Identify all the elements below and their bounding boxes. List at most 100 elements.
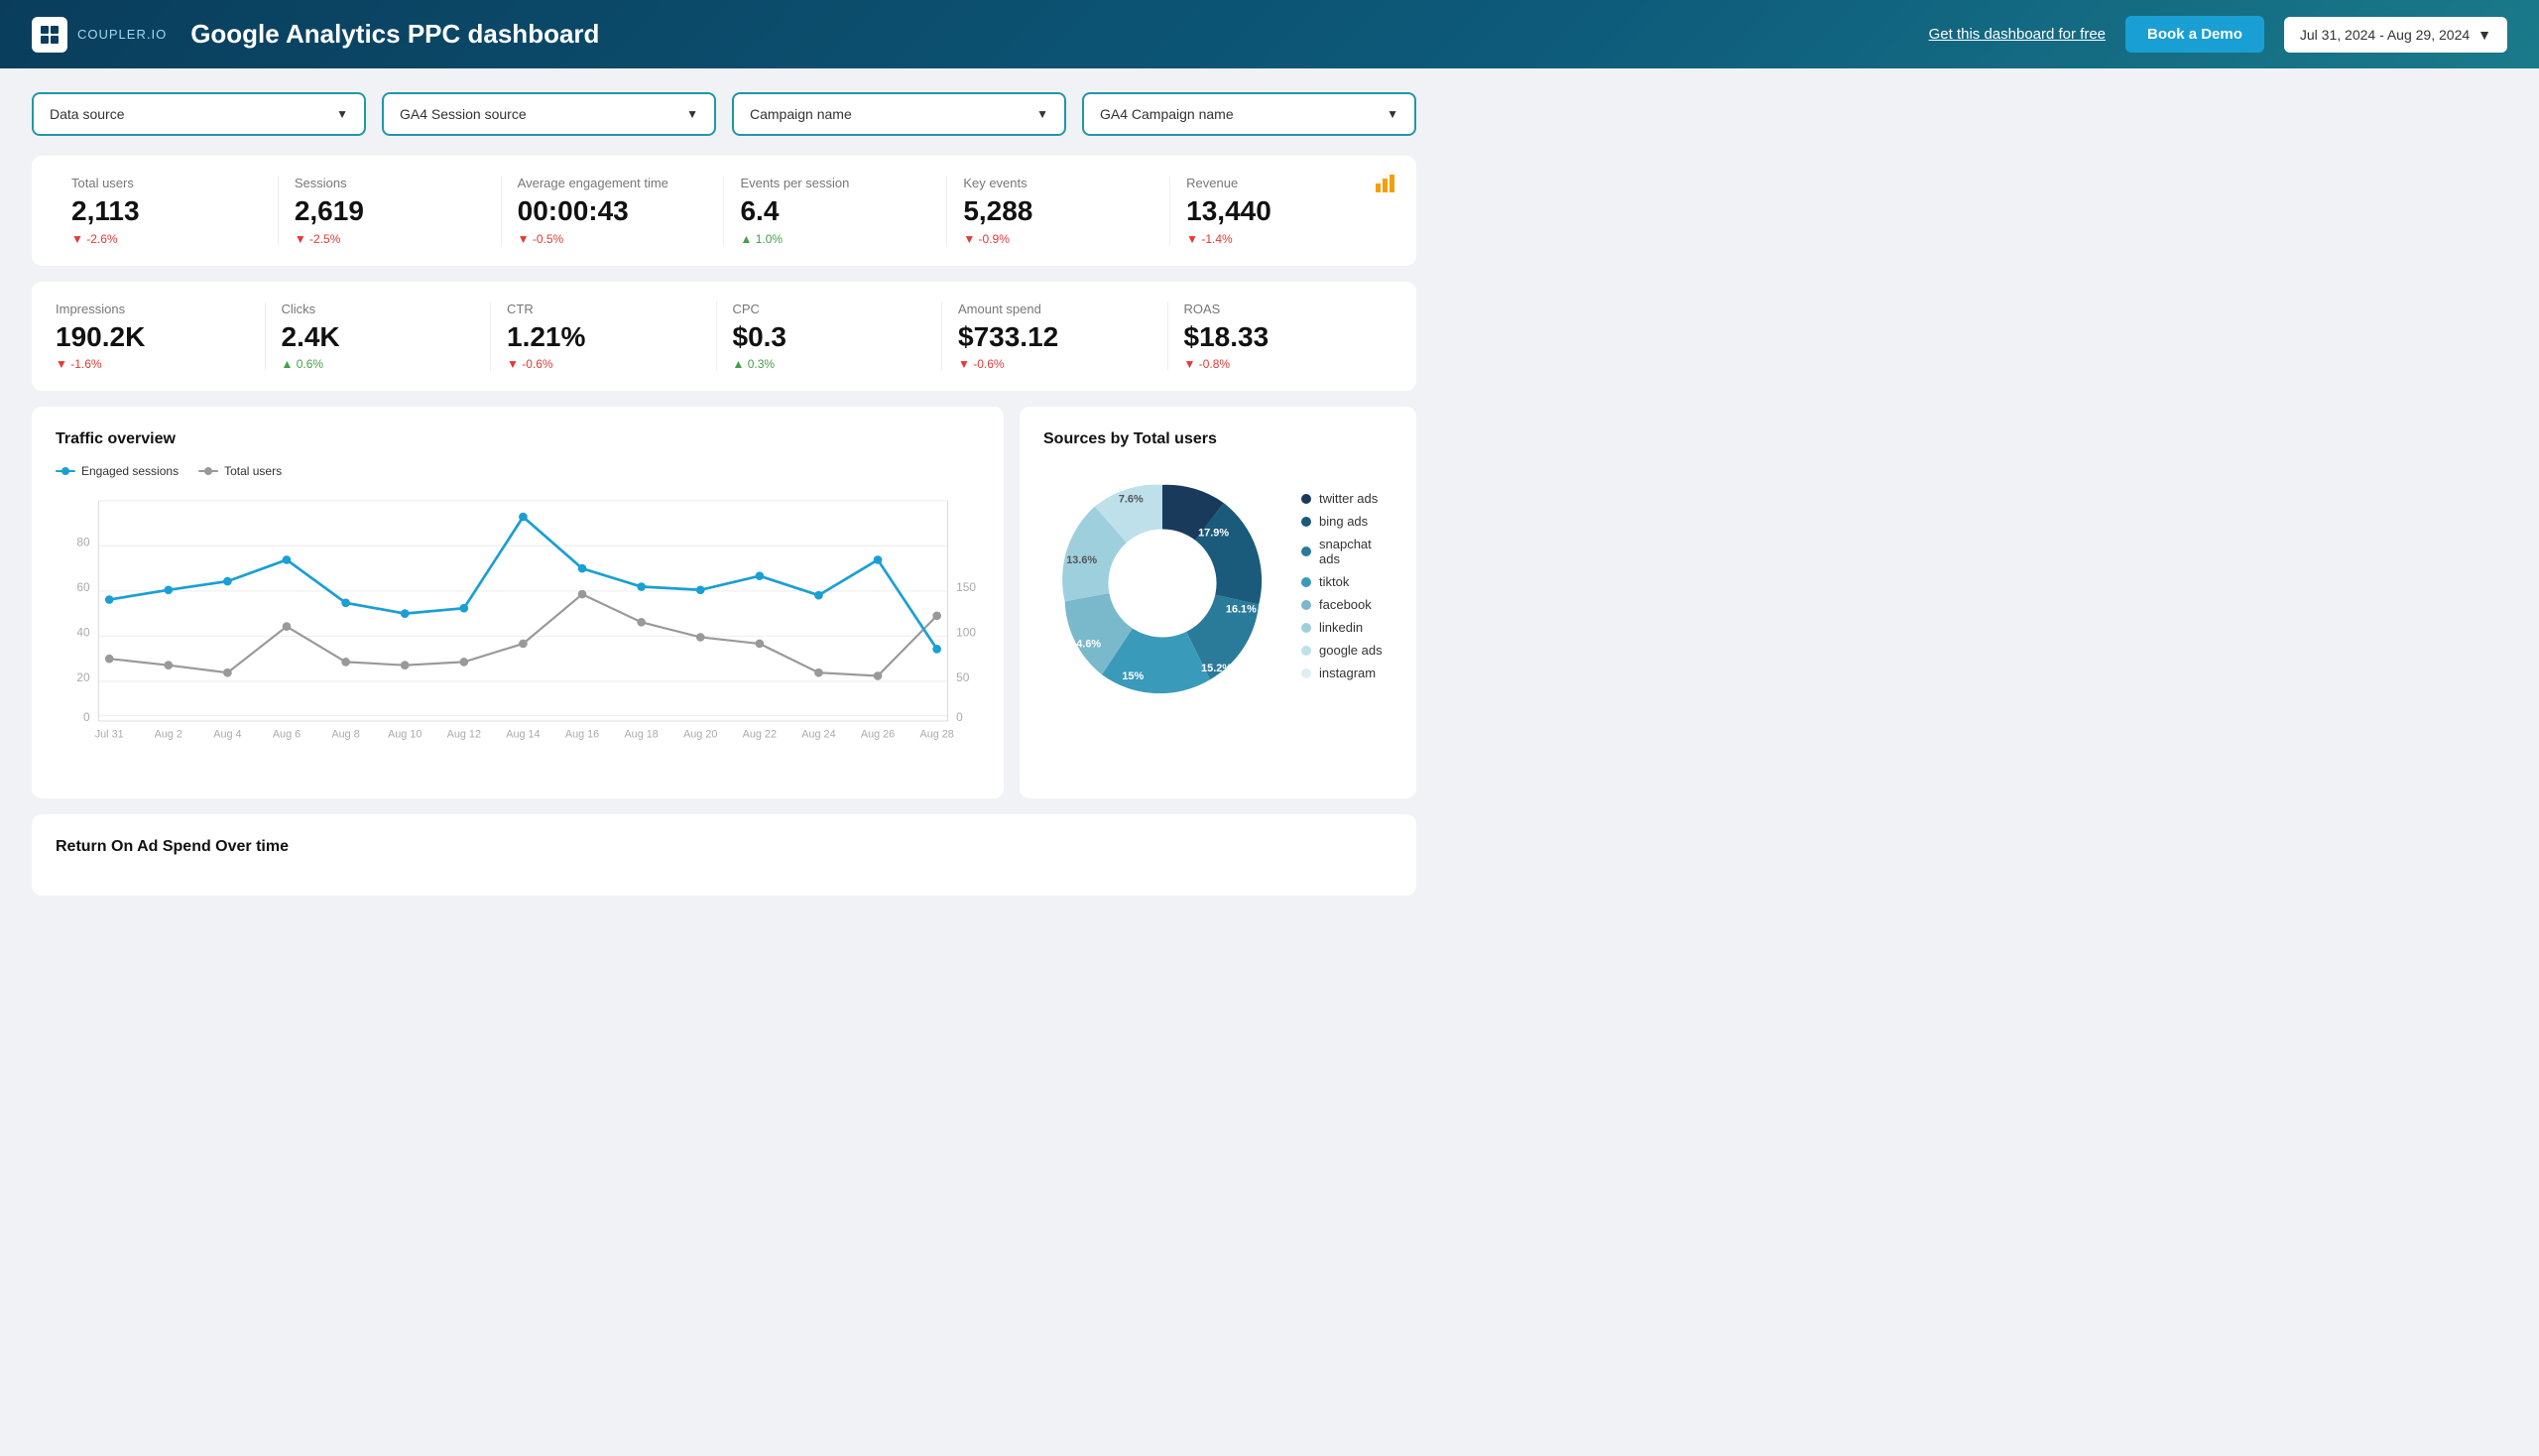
kpi-clicks-label: Clicks [282, 302, 475, 316]
svg-text:17.9%: 17.9% [1198, 528, 1229, 540]
logo-area: COUPLER.IO [32, 17, 167, 53]
kpi-key-events-label: Key events [963, 176, 1153, 190]
date-range-picker[interactable]: Jul 31, 2024 - Aug 29, 2024 ▼ [2284, 17, 2507, 53]
legend-label-snapchat: snapchat ads [1319, 537, 1392, 566]
legend-tiktok: tiktok [1301, 574, 1392, 589]
legend-label-instagram: instagram [1319, 666, 1376, 680]
campaign-name-filter[interactable]: Campaign name ▼ [732, 92, 1066, 136]
svg-text:Aug 8: Aug 8 [331, 728, 359, 740]
legend-linkedin: linkedin [1301, 620, 1392, 635]
svg-text:Aug 16: Aug 16 [565, 728, 599, 740]
svg-text:100: 100 [956, 626, 976, 640]
get-dashboard-link[interactable]: Get this dashboard for free [1929, 26, 2106, 43]
filters-row: Data source ▼ GA4 Session source ▼ Campa… [32, 92, 1416, 136]
kpi-roas-label: ROAS [1184, 302, 1378, 316]
kpi-sessions-label: Sessions [295, 176, 485, 190]
traffic-chart-legend: Engaged sessions Total users [56, 464, 980, 478]
kpi-clicks-value: 2.4K [282, 320, 475, 354]
coupler-logo-icon [32, 17, 67, 53]
donut-svg: 17.9% 16.1% 15.2% 15% 14.6% 13.6% 7.6% [1043, 464, 1281, 702]
svg-text:Aug 26: Aug 26 [861, 728, 895, 740]
legend-dot-facebook [1301, 600, 1311, 610]
legend-instagram: instagram [1301, 666, 1392, 680]
kpi-avg-engagement-label: Average engagement time [518, 176, 708, 190]
kpi-cpc: CPC $0.3 ▲ 0.3% [717, 302, 943, 372]
svg-text:Aug 4: Aug 4 [213, 728, 241, 740]
legend-label-linkedin: linkedin [1319, 620, 1363, 635]
sources-content: 17.9% 16.1% 15.2% 15% 14.6% 13.6% 7.6% t… [1043, 464, 1392, 707]
traffic-chart-title: Traffic overview [56, 430, 980, 448]
svg-text:15.2%: 15.2% [1201, 663, 1232, 674]
kpi-sessions-value: 2,619 [295, 194, 485, 228]
legend-dot-snapchat [1301, 546, 1311, 556]
date-range-label: Jul 31, 2024 - Aug 29, 2024 [2300, 27, 2470, 43]
kpi-cpc-value: $0.3 [733, 320, 926, 354]
page-title: Google Analytics PPC dashboard [190, 19, 1904, 50]
svg-text:Aug 2: Aug 2 [155, 728, 182, 740]
kpi-ctr-value: 1.21% [507, 320, 700, 354]
kpi-key-events: Key events 5,288 ▼ -0.9% [947, 176, 1170, 246]
svg-text:Aug 22: Aug 22 [743, 728, 777, 740]
date-picker-arrow: ▼ [2478, 27, 2491, 43]
kpi-amount-spend-change: ▼ -0.6% [958, 357, 1151, 371]
legend-facebook: facebook [1301, 597, 1392, 612]
svg-text:80: 80 [76, 536, 90, 549]
kpi-ctr-change: ▼ -0.6% [507, 357, 700, 371]
kpi-impressions: Impressions 190.2K ▼ -1.6% [56, 302, 266, 372]
legend-total-users-label: Total users [224, 464, 282, 478]
kpi-amount-spend: Amount spend $733.12 ▼ -0.6% [942, 302, 1168, 372]
legend-label-tiktok: tiktok [1319, 574, 1349, 589]
data-source-filter[interactable]: Data source ▼ [32, 92, 366, 136]
kpi-events-per-session-change: ▲ 1.0% [740, 232, 930, 246]
legend-label-google-ads: google ads [1319, 643, 1383, 658]
kpi-key-events-change: ▼ -0.9% [963, 232, 1153, 246]
legend-dot-twitter [1301, 494, 1311, 504]
kpi-cpc-label: CPC [733, 302, 926, 316]
kpi-avg-engagement: Average engagement time 00:00:43 ▼ -0.5% [502, 176, 725, 246]
ga4-campaign-name-arrow: ▼ [1387, 107, 1398, 121]
charts-row: Traffic overview Engaged sessions Total … [32, 407, 1416, 798]
kpi-impressions-change: ▼ -1.6% [56, 357, 249, 371]
legend-dot-google-ads [1301, 646, 1311, 656]
svg-text:Aug 12: Aug 12 [447, 728, 481, 740]
legend-dot-instagram [1301, 668, 1311, 678]
coupler-logo-text: COUPLER.IO [77, 27, 167, 42]
kpi-revenue-change: ▼ -1.4% [1186, 232, 1377, 246]
svg-text:0: 0 [956, 710, 963, 724]
kpi-sessions-change: ▼ -2.5% [295, 232, 485, 246]
kpi-chart-icon [1375, 172, 1396, 198]
kpi-amount-spend-label: Amount spend [958, 302, 1151, 316]
legend-dot-linkedin [1301, 623, 1311, 633]
kpi-avg-engagement-value: 00:00:43 [518, 194, 708, 228]
kpi-clicks: Clicks 2.4K ▲ 0.6% [266, 302, 492, 372]
kpi-revenue-value: 13,440 [1186, 194, 1377, 228]
legend-twitter-ads: twitter ads [1301, 491, 1392, 506]
ga4-campaign-name-label: GA4 Campaign name [1100, 106, 1234, 122]
svg-text:Aug 24: Aug 24 [801, 728, 835, 740]
kpi-impressions-label: Impressions [56, 302, 249, 316]
svg-text:16.1%: 16.1% [1226, 604, 1257, 616]
book-demo-button[interactable]: Book a Demo [2125, 16, 2264, 53]
svg-text:20: 20 [76, 670, 90, 684]
kpi-impressions-value: 190.2K [56, 320, 249, 354]
sources-chart-title: Sources by Total users [1043, 430, 1392, 448]
legend-label-twitter: twitter ads [1319, 491, 1378, 506]
ga4-session-source-arrow: ▼ [686, 107, 698, 121]
legend-dot-bing [1301, 517, 1311, 527]
svg-text:Aug 28: Aug 28 [919, 728, 953, 740]
kpi-key-events-value: 5,288 [963, 194, 1153, 228]
legend-engaged-sessions: Engaged sessions [56, 464, 179, 478]
ga4-session-source-filter[interactable]: GA4 Session source ▼ [382, 92, 716, 136]
kpi-avg-engagement-change: ▼ -0.5% [518, 232, 708, 246]
svg-text:Jul 31: Jul 31 [95, 728, 124, 740]
legend-bing-ads: bing ads [1301, 514, 1392, 529]
ga4-campaign-name-filter[interactable]: GA4 Campaign name ▼ [1082, 92, 1416, 136]
campaign-name-arrow: ▼ [1036, 107, 1048, 121]
legend-google-ads: google ads [1301, 643, 1392, 658]
kpi-clicks-change: ▲ 0.6% [282, 357, 475, 371]
legend-dot-tiktok [1301, 577, 1311, 587]
kpi-row-1: Total users 2,113 ▼ -2.6% Sessions 2,619… [32, 156, 1416, 266]
legend-label-bing: bing ads [1319, 514, 1368, 529]
kpi-revenue-label: Revenue [1186, 176, 1377, 190]
svg-text:14.6%: 14.6% [1070, 639, 1101, 651]
